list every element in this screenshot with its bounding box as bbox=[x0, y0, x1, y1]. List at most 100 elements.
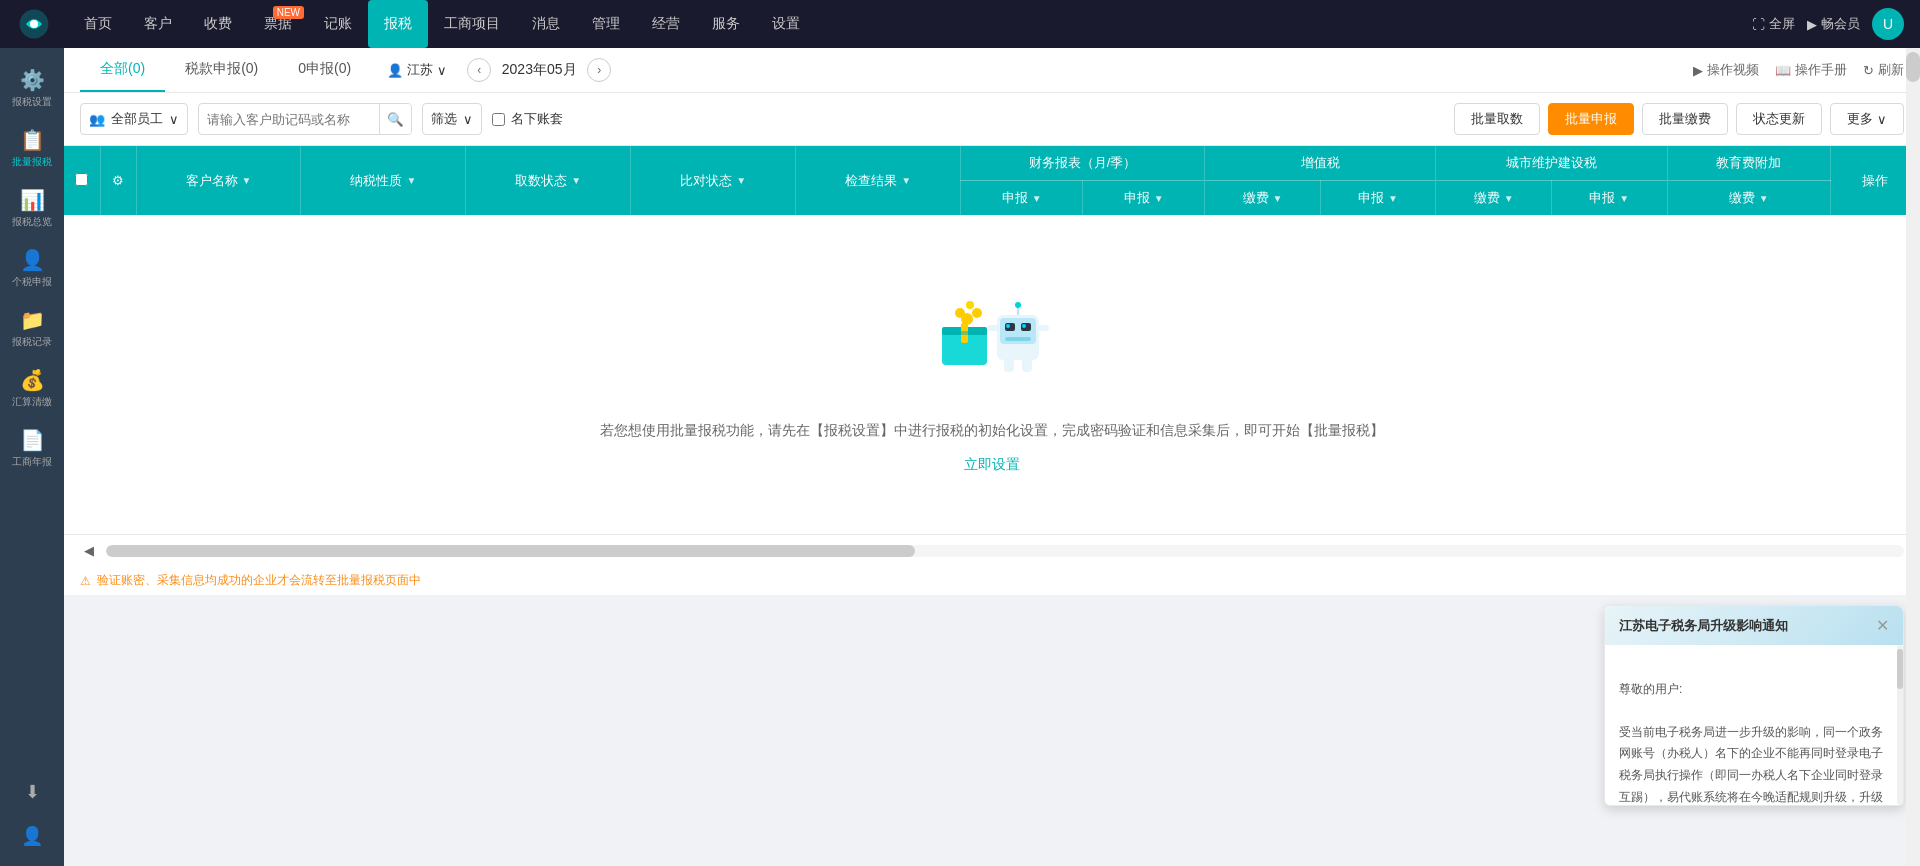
sort-icon: ▼ bbox=[1032, 193, 1042, 204]
province-chevron-icon: ∨ bbox=[437, 63, 447, 78]
data-table: ⚙ 客户名称 ▼ 纳税性质 ▼ bbox=[64, 146, 1920, 534]
th-fetch-status[interactable]: 取数状态 ▼ bbox=[466, 146, 631, 215]
notification-title: 江苏电子税务局升级影响通知 bbox=[1619, 617, 1788, 635]
th-customer-name[interactable]: 客户名称 ▼ bbox=[136, 146, 301, 215]
sidebar-item-tax-settings[interactable]: ⚙️ 报税设置 bbox=[0, 58, 64, 118]
month-navigation: ‹ 2023年05月 › bbox=[467, 58, 611, 82]
province-selector[interactable]: 👤 江苏 ∨ bbox=[387, 61, 447, 79]
th-financial-declare[interactable]: 申报 ▼ bbox=[961, 181, 1083, 216]
app-logo[interactable] bbox=[10, 0, 58, 48]
notif-scrollbar[interactable] bbox=[1897, 645, 1903, 805]
th-settings[interactable]: ⚙ bbox=[100, 146, 136, 215]
sidebar-item-tax-record[interactable]: 📁 报税记录 bbox=[0, 298, 64, 358]
book-icon: 📖 bbox=[1775, 63, 1791, 78]
sidebar-item-label: 个税申报 bbox=[12, 276, 52, 288]
svg-point-17 bbox=[1015, 302, 1021, 308]
sidebar-user-btn[interactable]: 👤 bbox=[12, 816, 52, 856]
settlement-icon: 💰 bbox=[20, 368, 45, 392]
th-edu-pay[interactable]: 缴费 ▼ bbox=[1667, 181, 1830, 216]
data-table-wrap: ⚙ 客户名称 ▼ 纳税性质 ▼ bbox=[64, 146, 1920, 534]
sidebar-download-btn[interactable]: ⬇ bbox=[12, 772, 52, 812]
tab-tax-declare[interactable]: 税款申报(0) bbox=[165, 48, 278, 92]
filter-bar-right: 批量取数 批量申报 批量缴费 状态更新 更多 ∨ bbox=[1454, 103, 1904, 135]
status-update-btn[interactable]: 状态更新 bbox=[1736, 103, 1822, 135]
search-button[interactable]: 🔍 bbox=[379, 103, 411, 135]
nav-item-service[interactable]: 服务 bbox=[696, 0, 756, 48]
province-text: 江苏 bbox=[407, 61, 433, 79]
filter-btn[interactable]: 筛选 ∨ bbox=[422, 103, 482, 135]
setup-link[interactable]: 立即设置 bbox=[964, 456, 1020, 472]
tax-overview-icon: 📊 bbox=[20, 188, 45, 212]
nav-item-message[interactable]: 消息 bbox=[516, 0, 576, 48]
sort-icon: ▼ bbox=[571, 175, 581, 186]
sidebar-item-annual-report[interactable]: 📄 工商年报 bbox=[0, 418, 64, 478]
tab-zero-declare[interactable]: 0申报(0) bbox=[278, 48, 371, 92]
fullscreen-icon: ⛶ bbox=[1752, 17, 1765, 32]
th-edu-declare[interactable]: 申报 ▼ bbox=[1551, 181, 1667, 216]
operation-manual-btn[interactable]: 📖 操作手册 bbox=[1775, 61, 1847, 79]
svg-rect-18 bbox=[987, 325, 999, 331]
sidebar-item-label: 工商年报 bbox=[12, 456, 52, 468]
user-avatar[interactable]: U bbox=[1872, 8, 1904, 40]
select-all-checkbox[interactable] bbox=[75, 173, 88, 186]
sidebar-item-batch-tax[interactable]: 📋 批量报税 bbox=[0, 118, 64, 178]
employee-filter[interactable]: 👥 全部员工 ∨ bbox=[80, 103, 188, 135]
nav-item-home[interactable]: 首页 bbox=[68, 0, 128, 48]
th-city-declare[interactable]: 申报 ▼ bbox=[1320, 181, 1436, 216]
batch-fetch-btn[interactable]: 批量取数 bbox=[1454, 103, 1540, 135]
sidebar-item-settlement[interactable]: 💰 汇算清缴 bbox=[0, 358, 64, 418]
account-checkbox-label[interactable]: 名下账套 bbox=[492, 110, 563, 128]
th-vat-pay[interactable]: 缴费 ▼ bbox=[1205, 181, 1321, 216]
th-tax-nature[interactable]: 纳税性质 ▼ bbox=[301, 146, 466, 215]
notification-close-btn[interactable]: ✕ bbox=[1876, 616, 1889, 635]
notif-scroll-thumb bbox=[1897, 649, 1903, 689]
robot-illustration bbox=[932, 275, 1052, 395]
scroll-left-btn[interactable]: ◀ bbox=[80, 543, 98, 558]
more-btn[interactable]: 更多 ∨ bbox=[1830, 103, 1904, 135]
notification-body[interactable]: 尊敬的用户: 受当前电子税务局进一步升级的影响，同一个政务网账号（办税人）名下的… bbox=[1605, 645, 1903, 805]
employee-chevron-icon: ∨ bbox=[169, 112, 179, 127]
nav-item-customer[interactable]: 客户 bbox=[128, 0, 188, 48]
horizontal-scrollbar[interactable] bbox=[106, 545, 1904, 557]
nav-item-invoice[interactable]: 票据 NEW bbox=[248, 0, 308, 48]
th-city-pay[interactable]: 缴费 ▼ bbox=[1436, 181, 1552, 216]
batch-pay-btn[interactable]: 批量缴费 bbox=[1642, 103, 1728, 135]
th-check-result[interactable]: 检查结果 ▼ bbox=[796, 146, 961, 215]
annual-report-icon: 📄 bbox=[20, 428, 45, 452]
sidebar-item-personal-tax[interactable]: 👤 个税申报 bbox=[0, 238, 64, 298]
sidebar: ⚙️ 报税设置 📋 批量报税 📊 报税总览 👤 个税申报 📁 报税记录 💰 汇算… bbox=[0, 48, 64, 866]
nav-item-tax[interactable]: 报税 bbox=[368, 0, 428, 48]
search-input[interactable] bbox=[199, 108, 379, 131]
tax-settings-icon: ⚙️ bbox=[20, 68, 45, 92]
refresh-btn[interactable]: ↻ 刷新 bbox=[1863, 61, 1904, 79]
nav-item-settings[interactable]: 设置 bbox=[756, 0, 816, 48]
svg-point-8 bbox=[955, 308, 965, 318]
sidebar-item-label: 批量报税 bbox=[12, 156, 52, 168]
nav-item-operation[interactable]: 经营 bbox=[636, 0, 696, 48]
page-scrollbar[interactable] bbox=[1906, 48, 1920, 866]
notification-text: 尊敬的用户: 受当前电子税务局进一步升级的影响，同一个政务网账号（办税人）名下的… bbox=[1619, 682, 1883, 805]
nav-item-manage[interactable]: 管理 bbox=[576, 0, 636, 48]
nav-item-accounting[interactable]: 记账 bbox=[308, 0, 368, 48]
sidebar-item-label: 报税设置 bbox=[12, 96, 52, 108]
th-compare-status[interactable]: 比对状态 ▼ bbox=[631, 146, 796, 215]
sort-icon: ▼ bbox=[242, 175, 252, 186]
fullscreen-btn[interactable]: ⛶ 全屏 bbox=[1752, 15, 1795, 33]
svg-point-9 bbox=[966, 301, 974, 309]
sidebar-item-tax-overview[interactable]: 📊 报税总览 bbox=[0, 178, 64, 238]
nav-item-fee[interactable]: 收费 bbox=[188, 0, 248, 48]
svg-point-14 bbox=[1006, 324, 1010, 328]
search-wrap: 🔍 bbox=[198, 103, 412, 135]
member-btn[interactable]: ▶ 畅会员 bbox=[1807, 15, 1860, 33]
batch-declare-btn[interactable]: 批量申报 bbox=[1548, 103, 1634, 135]
nav-item-business[interactable]: 工商项目 bbox=[428, 0, 516, 48]
svg-point-1 bbox=[30, 20, 38, 28]
empty-state: 若您想使用批量报税功能，请先在【报税设置】中进行报税的初始化设置，完成密码验证和… bbox=[64, 215, 1920, 534]
month-next-btn[interactable]: › bbox=[587, 58, 611, 82]
operation-video-btn[interactable]: ▶ 操作视频 bbox=[1693, 61, 1759, 79]
month-prev-btn[interactable]: ‹ bbox=[467, 58, 491, 82]
filter-bar: 👥 全部员工 ∨ 🔍 筛选 ∨ 名下账套 批量取数 批量申报 批量缴费 状态更新… bbox=[64, 93, 1920, 146]
account-checkbox[interactable] bbox=[492, 113, 505, 126]
th-vat-declare[interactable]: 申报 ▼ bbox=[1083, 181, 1205, 216]
tab-all[interactable]: 全部(0) bbox=[80, 48, 165, 92]
